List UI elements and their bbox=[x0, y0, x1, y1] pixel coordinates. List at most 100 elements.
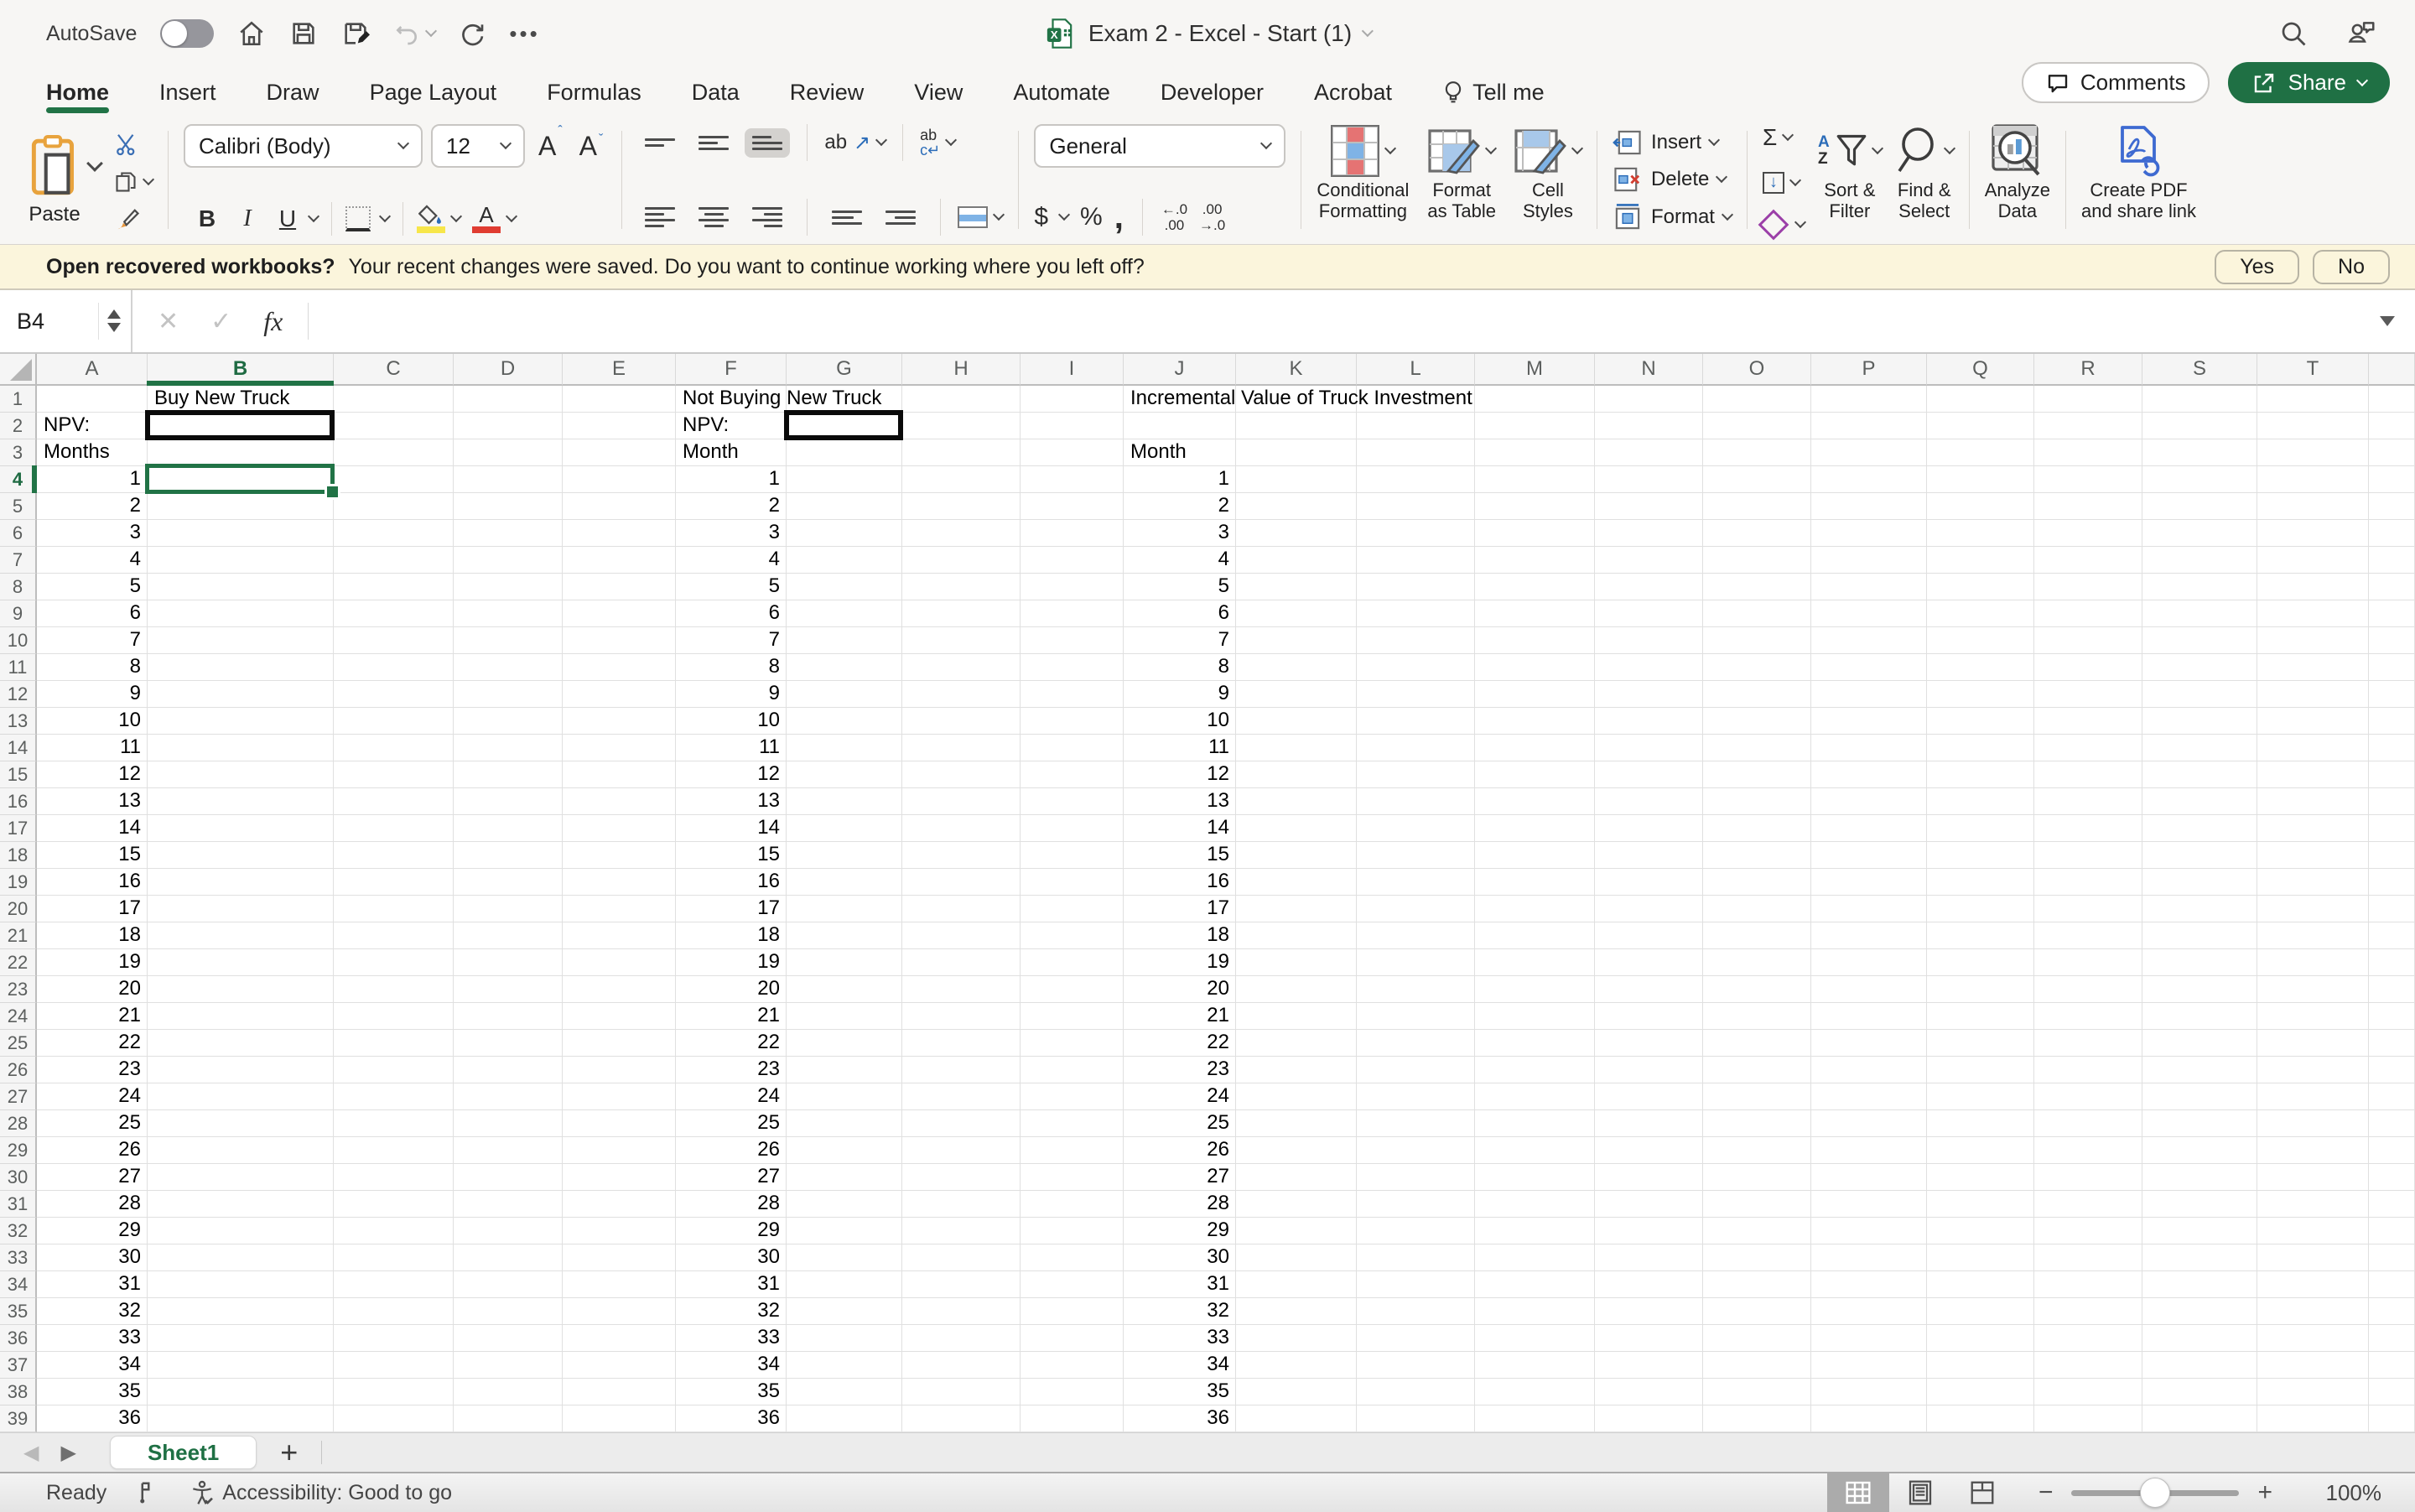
cell-A31[interactable]: 28 bbox=[37, 1191, 148, 1218]
cell-L11[interactable] bbox=[1357, 654, 1475, 681]
cell-C23[interactable] bbox=[334, 976, 454, 1003]
cell-N10[interactable] bbox=[1595, 627, 1703, 654]
tab-automate[interactable]: Automate bbox=[988, 67, 1135, 117]
cell-G4[interactable] bbox=[787, 466, 902, 493]
cell-G8[interactable] bbox=[787, 574, 902, 600]
cell-M35[interactable] bbox=[1475, 1298, 1595, 1325]
cell-J29[interactable]: 26 bbox=[1124, 1137, 1236, 1164]
cell-G6[interactable] bbox=[787, 520, 902, 547]
cell-H29[interactable] bbox=[902, 1137, 1021, 1164]
cell-A6[interactable]: 3 bbox=[37, 520, 148, 547]
cell-T17[interactable] bbox=[2257, 815, 2369, 842]
cell-I19[interactable] bbox=[1021, 869, 1124, 896]
cell-K33[interactable] bbox=[1236, 1244, 1357, 1271]
cell-P31[interactable] bbox=[1811, 1191, 1927, 1218]
cell-L38[interactable] bbox=[1357, 1379, 1475, 1405]
cell-T12[interactable] bbox=[2257, 681, 2369, 708]
cell-J31[interactable]: 28 bbox=[1124, 1191, 1236, 1218]
home-icon[interactable] bbox=[237, 19, 266, 48]
cell-H39[interactable] bbox=[902, 1405, 1021, 1432]
cell-M28[interactable] bbox=[1475, 1110, 1595, 1137]
cell-S12[interactable] bbox=[2142, 681, 2257, 708]
cell-K11[interactable] bbox=[1236, 654, 1357, 681]
cell-T1[interactable] bbox=[2257, 386, 2369, 413]
tab-acrobat[interactable]: Acrobat bbox=[1289, 67, 1417, 117]
cell-A35[interactable]: 32 bbox=[37, 1298, 148, 1325]
cell-N11[interactable] bbox=[1595, 654, 1703, 681]
cell-K31[interactable] bbox=[1236, 1191, 1357, 1218]
row-header-7[interactable]: 7 bbox=[0, 547, 37, 574]
cell-Q24[interactable] bbox=[1927, 1003, 2034, 1030]
cell-P28[interactable] bbox=[1811, 1110, 1927, 1137]
cell-L12[interactable] bbox=[1357, 681, 1475, 708]
cell-F6[interactable]: 3 bbox=[676, 520, 787, 547]
cell-Q31[interactable] bbox=[1927, 1191, 2034, 1218]
cell-H7[interactable] bbox=[902, 547, 1021, 574]
cell-N30[interactable] bbox=[1595, 1164, 1703, 1191]
cell-Q39[interactable] bbox=[1927, 1405, 2034, 1432]
cut-icon[interactable] bbox=[114, 132, 153, 157]
cell-C4[interactable] bbox=[334, 466, 454, 493]
cell-C6[interactable] bbox=[334, 520, 454, 547]
cell-O9[interactable] bbox=[1703, 600, 1811, 627]
cell-N35[interactable] bbox=[1595, 1298, 1703, 1325]
decrease-font-size-button[interactable]: Aˇ bbox=[574, 131, 607, 162]
column-header-E[interactable]: E bbox=[563, 354, 676, 386]
cell-E23[interactable] bbox=[563, 976, 676, 1003]
cell-K16[interactable] bbox=[1236, 788, 1357, 815]
cell-R15[interactable] bbox=[2034, 761, 2142, 788]
cell-A7[interactable]: 4 bbox=[37, 547, 148, 574]
tab-insert[interactable]: Insert bbox=[134, 67, 242, 117]
row-header-27[interactable]: 27 bbox=[0, 1083, 37, 1110]
cell-N18[interactable] bbox=[1595, 842, 1703, 869]
cell-S32[interactable] bbox=[2142, 1218, 2257, 1244]
cell-F36[interactable]: 33 bbox=[676, 1325, 787, 1352]
cell-D31[interactable] bbox=[454, 1191, 563, 1218]
cell-F13[interactable]: 10 bbox=[676, 708, 787, 735]
row-header-20[interactable]: 20 bbox=[0, 896, 37, 922]
cell-J27[interactable]: 24 bbox=[1124, 1083, 1236, 1110]
tab-data[interactable]: Data bbox=[667, 67, 765, 117]
cell-P1[interactable] bbox=[1811, 386, 1927, 413]
cell-E34[interactable] bbox=[563, 1271, 676, 1298]
cell-D16[interactable] bbox=[454, 788, 563, 815]
cell-S31[interactable] bbox=[2142, 1191, 2257, 1218]
cell-Q15[interactable] bbox=[1927, 761, 2034, 788]
cell-M34[interactable] bbox=[1475, 1271, 1595, 1298]
cell-I24[interactable] bbox=[1021, 1003, 1124, 1030]
row-header-25[interactable]: 25 bbox=[0, 1030, 37, 1057]
cell-O2[interactable] bbox=[1703, 413, 1811, 439]
decrease-decimal-button[interactable]: .00 →.0 bbox=[1199, 201, 1225, 233]
underline-chevron-icon[interactable] bbox=[307, 210, 320, 223]
cell-S19[interactable] bbox=[2142, 869, 2257, 896]
cell-H2[interactable] bbox=[902, 413, 1021, 439]
cell-B6[interactable] bbox=[148, 520, 334, 547]
cell-N16[interactable] bbox=[1595, 788, 1703, 815]
cell-N1[interactable] bbox=[1595, 386, 1703, 413]
cell-M2[interactable] bbox=[1475, 413, 1595, 439]
cell-B5[interactable] bbox=[148, 493, 334, 520]
cell-A28[interactable]: 25 bbox=[37, 1110, 148, 1137]
cell-K5[interactable] bbox=[1236, 493, 1357, 520]
delete-cells-button[interactable]: Delete bbox=[1613, 166, 1732, 193]
cell-I25[interactable] bbox=[1021, 1030, 1124, 1057]
cell-B39[interactable] bbox=[148, 1405, 334, 1432]
cell-Q11[interactable] bbox=[1927, 654, 2034, 681]
cell-L6[interactable] bbox=[1357, 520, 1475, 547]
cell-C37[interactable] bbox=[334, 1352, 454, 1379]
cell-D15[interactable] bbox=[454, 761, 563, 788]
cell-N21[interactable] bbox=[1595, 922, 1703, 949]
cell-T23[interactable] bbox=[2257, 976, 2369, 1003]
cell-G38[interactable] bbox=[787, 1379, 902, 1405]
cell-E38[interactable] bbox=[563, 1379, 676, 1405]
cell-T13[interactable] bbox=[2257, 708, 2369, 735]
cell-Q37[interactable] bbox=[1927, 1352, 2034, 1379]
cell-J34[interactable]: 31 bbox=[1124, 1271, 1236, 1298]
cell-R17[interactable] bbox=[2034, 815, 2142, 842]
cell-L36[interactable] bbox=[1357, 1325, 1475, 1352]
save-as-icon[interactable] bbox=[341, 19, 371, 48]
cell-F27[interactable]: 24 bbox=[676, 1083, 787, 1110]
cell-H38[interactable] bbox=[902, 1379, 1021, 1405]
cell-styles-button[interactable]: Cell Styles bbox=[1514, 124, 1584, 221]
cell-F14[interactable]: 11 bbox=[676, 735, 787, 761]
